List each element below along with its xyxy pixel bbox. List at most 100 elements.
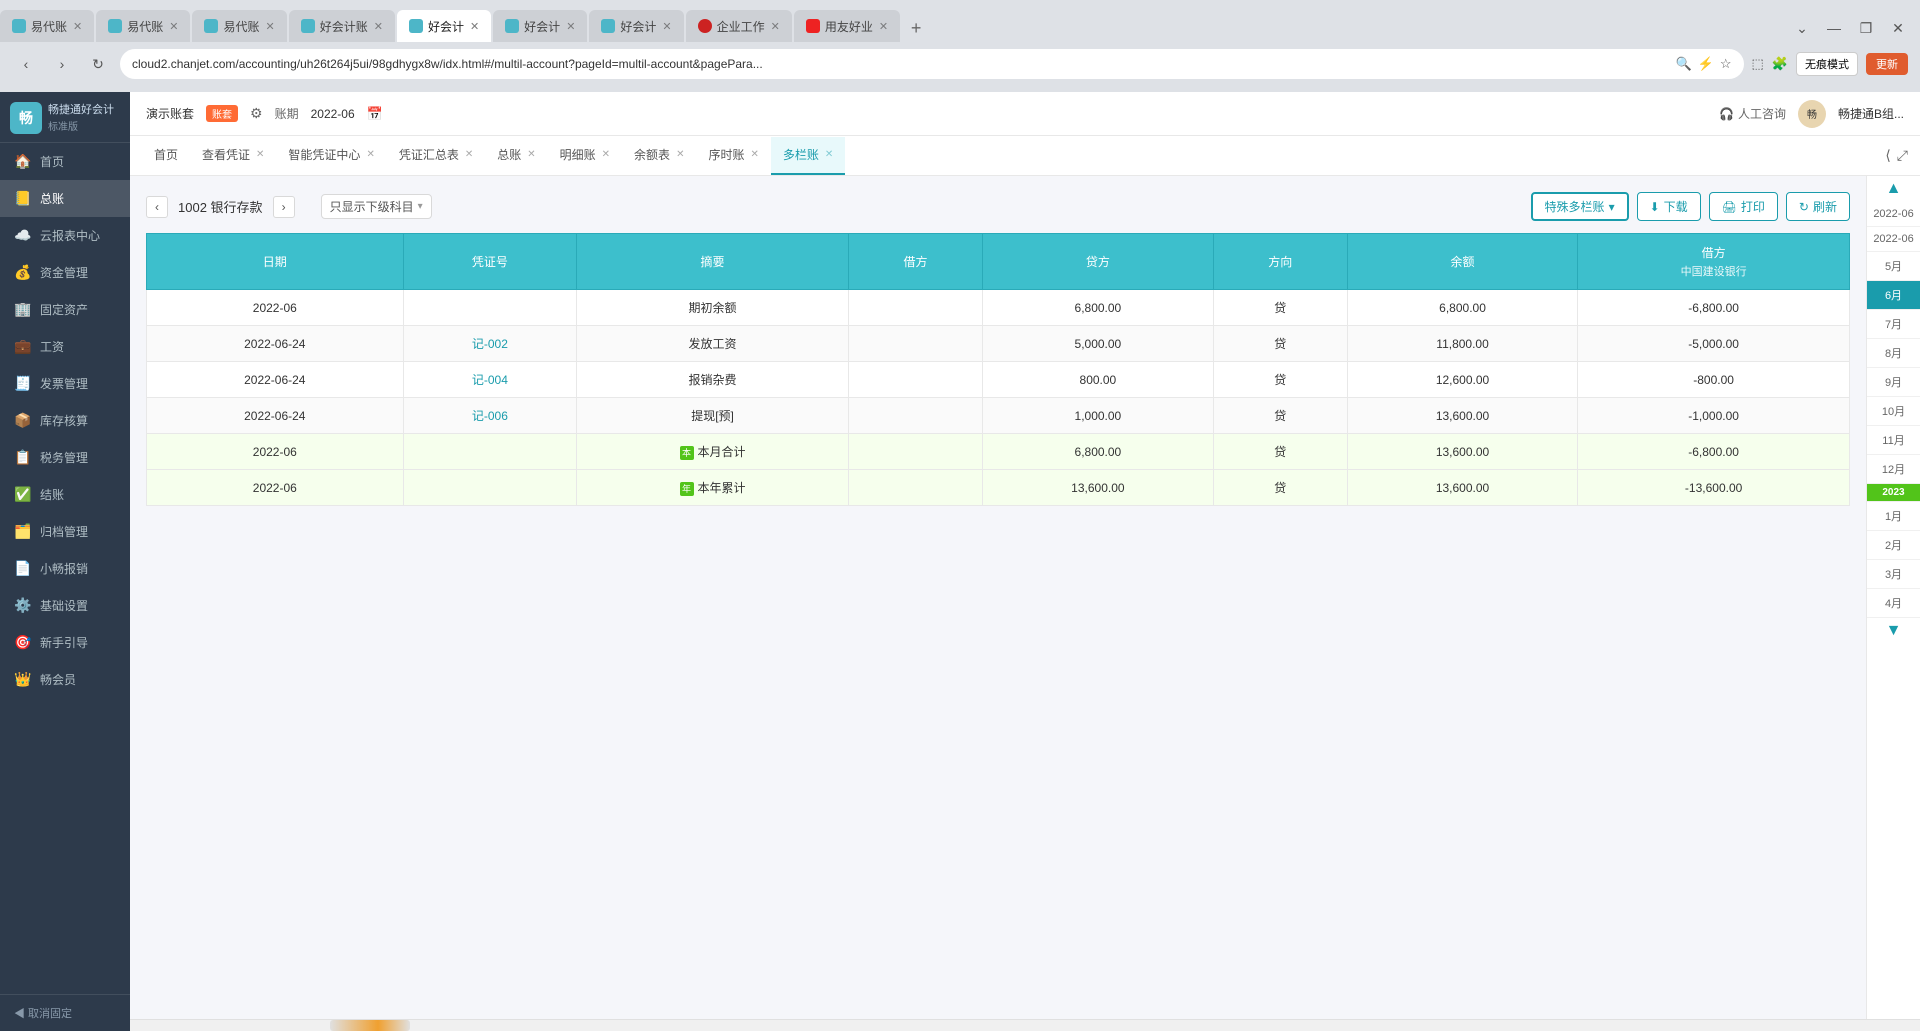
browser-tab-6[interactable]: 好会计 ✕ (493, 10, 587, 42)
tab-general-ledger[interactable]: 总账 ✕ (485, 137, 547, 175)
browser-tab-3[interactable]: 易代账 ✕ (192, 10, 286, 42)
tab-close-5[interactable]: ✕ (470, 20, 479, 33)
account-badge[interactable]: 账套 (206, 105, 238, 122)
date-item-august[interactable]: 8月 (1867, 339, 1920, 368)
sidebar-item-member[interactable]: 👑 畅会员 (0, 661, 130, 698)
download-button[interactable]: ⬇ 下载 (1637, 192, 1701, 221)
tab-smart-voucher[interactable]: 智能凭证中心 ✕ (276, 137, 386, 175)
tab-view-voucher[interactable]: 查看凭证 ✕ (190, 137, 276, 175)
tab-sequence-ledger-close[interactable]: ✕ (750, 149, 758, 160)
tab-close-7[interactable]: ✕ (662, 20, 671, 33)
search-addr-icon[interactable]: 🔍 (1675, 56, 1691, 72)
sidebar-item-tax[interactable]: 📋 税务管理 (0, 439, 130, 476)
tab-close-3[interactable]: ✕ (265, 20, 274, 33)
voucher-link[interactable]: 记-004 (472, 373, 508, 387)
reload-button[interactable]: ↻ (84, 50, 112, 78)
date-item-2022-06-1[interactable]: 2022-06 (1867, 202, 1920, 227)
date-item-may[interactable]: 5月 (1867, 252, 1920, 281)
calendar-icon[interactable]: 📅 (367, 106, 383, 122)
sidebar-item-guide[interactable]: 🎯 新手引导 (0, 624, 130, 661)
sidebar-item-closing[interactable]: ✅ 结账 (0, 476, 130, 513)
account-settings-icon[interactable]: ⚙ (250, 105, 263, 122)
sidebar-item-fund[interactable]: 💰 资金管理 (0, 254, 130, 291)
voucher-link[interactable]: 记-002 (472, 337, 508, 351)
new-tab-button[interactable]: + (902, 14, 930, 42)
tab-close-2[interactable]: ✕ (169, 20, 178, 33)
tab-voucher-summary-close[interactable]: ✕ (465, 149, 473, 160)
close-window-button[interactable]: ✕ (1884, 14, 1912, 42)
date-item-feb[interactable]: 2月 (1867, 531, 1920, 560)
date-item-october[interactable]: 10月 (1867, 397, 1920, 426)
date-item-november[interactable]: 11月 (1867, 426, 1920, 455)
browser-tab-8[interactable]: 企业工作 ✕ (686, 10, 792, 42)
translate-icon[interactable]: ⚡ (1698, 56, 1714, 72)
print-button[interactable]: 🖨 打印 (1709, 192, 1778, 221)
cell-voucher[interactable]: 记-002 (403, 326, 577, 362)
date-item-june-active[interactable]: 6月 (1867, 281, 1920, 310)
subject-filter-dropdown[interactable]: 只显示下级科目 ▾ (321, 194, 432, 219)
tab-home[interactable]: 首页 (142, 137, 190, 175)
star-icon[interactable]: ☆ (1720, 56, 1732, 72)
tab-close-8[interactable]: ✕ (771, 20, 780, 33)
sidebar-item-home[interactable]: 🏠 首页 (0, 143, 130, 180)
voucher-link[interactable]: 记-006 (472, 409, 508, 423)
date-item-july[interactable]: 7月 (1867, 310, 1920, 339)
tab-general-ledger-close[interactable]: ✕ (527, 149, 535, 160)
sidebar-item-ledger[interactable]: 📒 总账 (0, 180, 130, 217)
sidebar-panel-icon[interactable]: ⬚ (1752, 56, 1764, 72)
date-scroll-down-button[interactable]: ▼ (1867, 618, 1920, 644)
sidebar-item-fixed-asset[interactable]: 🏢 固定资产 (0, 291, 130, 328)
date-item-september[interactable]: 9月 (1867, 368, 1920, 397)
tab-list-button[interactable]: ⌄ (1788, 14, 1816, 42)
tab-expand-icon[interactable]: ⤢ (1897, 147, 1908, 164)
browser-tab-1[interactable]: 易代账 ✕ (0, 10, 94, 42)
sidebar-item-cloud-report[interactable]: ☁️ 云报表中心 (0, 217, 130, 254)
tab-smart-voucher-close[interactable]: ✕ (366, 149, 374, 160)
tab-close-6[interactable]: ✕ (566, 20, 575, 33)
prev-subject-button[interactable]: ‹ (146, 196, 168, 218)
tab-close-4[interactable]: ✕ (374, 20, 383, 33)
help-button[interactable]: 🎧 人工咨询 (1719, 105, 1786, 122)
cell-voucher[interactable]: 记-004 (403, 362, 577, 398)
tab-collapse-icon[interactable]: ⟨ (1885, 147, 1890, 164)
horizontal-scrollbar[interactable] (130, 1019, 1920, 1031)
tab-detail-ledger-close[interactable]: ✕ (602, 149, 610, 160)
date-item-apr[interactable]: 4月 (1867, 589, 1920, 618)
update-button[interactable]: 更新 (1866, 53, 1908, 75)
restore-button[interactable]: ❐ (1852, 14, 1880, 42)
tab-close-9[interactable]: ✕ (879, 20, 888, 33)
tab-multi-column[interactable]: 多栏账 ✕ (771, 137, 845, 175)
tab-sequence-ledger[interactable]: 序时账 ✕ (696, 137, 770, 175)
sidebar-item-inventory[interactable]: 📦 库存核算 (0, 402, 130, 439)
tab-multi-column-close[interactable]: ✕ (825, 149, 833, 160)
url-box[interactable]: cloud2.chanjet.com/accounting/uh26t264j5… (120, 49, 1744, 79)
sidebar-item-payroll[interactable]: 💼 工资 (0, 328, 130, 365)
date-item-jan[interactable]: 1月 (1867, 502, 1920, 531)
date-item-december[interactable]: 12月 (1867, 455, 1920, 484)
forward-button[interactable]: › (48, 50, 76, 78)
minimize-button[interactable]: — (1820, 14, 1848, 42)
back-button[interactable]: ‹ (12, 50, 40, 78)
cell-voucher[interactable]: 记-006 (403, 398, 577, 434)
date-item-2022-06-2[interactable]: 2022-06 (1867, 227, 1920, 252)
tab-close-1[interactable]: ✕ (73, 20, 82, 33)
refresh-button[interactable]: ↻ 刷新 (1786, 192, 1850, 221)
extension-icon[interactable]: 🧩 (1772, 56, 1788, 72)
incognito-mode-button[interactable]: 无痕模式 (1796, 52, 1858, 76)
browser-tab-4[interactable]: 好会计账 ✕ (289, 10, 395, 42)
tab-voucher-summary[interactable]: 凭证汇总表 ✕ (387, 137, 485, 175)
browser-tab-2[interactable]: 易代账 ✕ (96, 10, 190, 42)
sidebar-item-expense[interactable]: 📄 小畅报销 (0, 550, 130, 587)
date-scroll-up-button[interactable]: ▲ (1867, 176, 1920, 202)
special-multi-column-button[interactable]: 特殊多栏账 ▾ (1531, 192, 1629, 221)
browser-tab-5[interactable]: 好会计 ✕ (397, 10, 491, 42)
sidebar-item-settings[interactable]: ⚙️ 基础设置 (0, 587, 130, 624)
browser-tab-9[interactable]: 用友好业 ✕ (794, 10, 900, 42)
next-subject-button[interactable]: › (273, 196, 295, 218)
tab-balance-close[interactable]: ✕ (676, 149, 684, 160)
tab-detail-ledger[interactable]: 明细账 ✕ (548, 137, 622, 175)
sidebar-pin-toggle[interactable]: ◀ 取消固定 (0, 994, 130, 1031)
sidebar-item-archive[interactable]: 🗂️ 归档管理 (0, 513, 130, 550)
tab-balance[interactable]: 余额表 ✕ (622, 137, 696, 175)
browser-tab-7[interactable]: 好会计 ✕ (589, 10, 683, 42)
